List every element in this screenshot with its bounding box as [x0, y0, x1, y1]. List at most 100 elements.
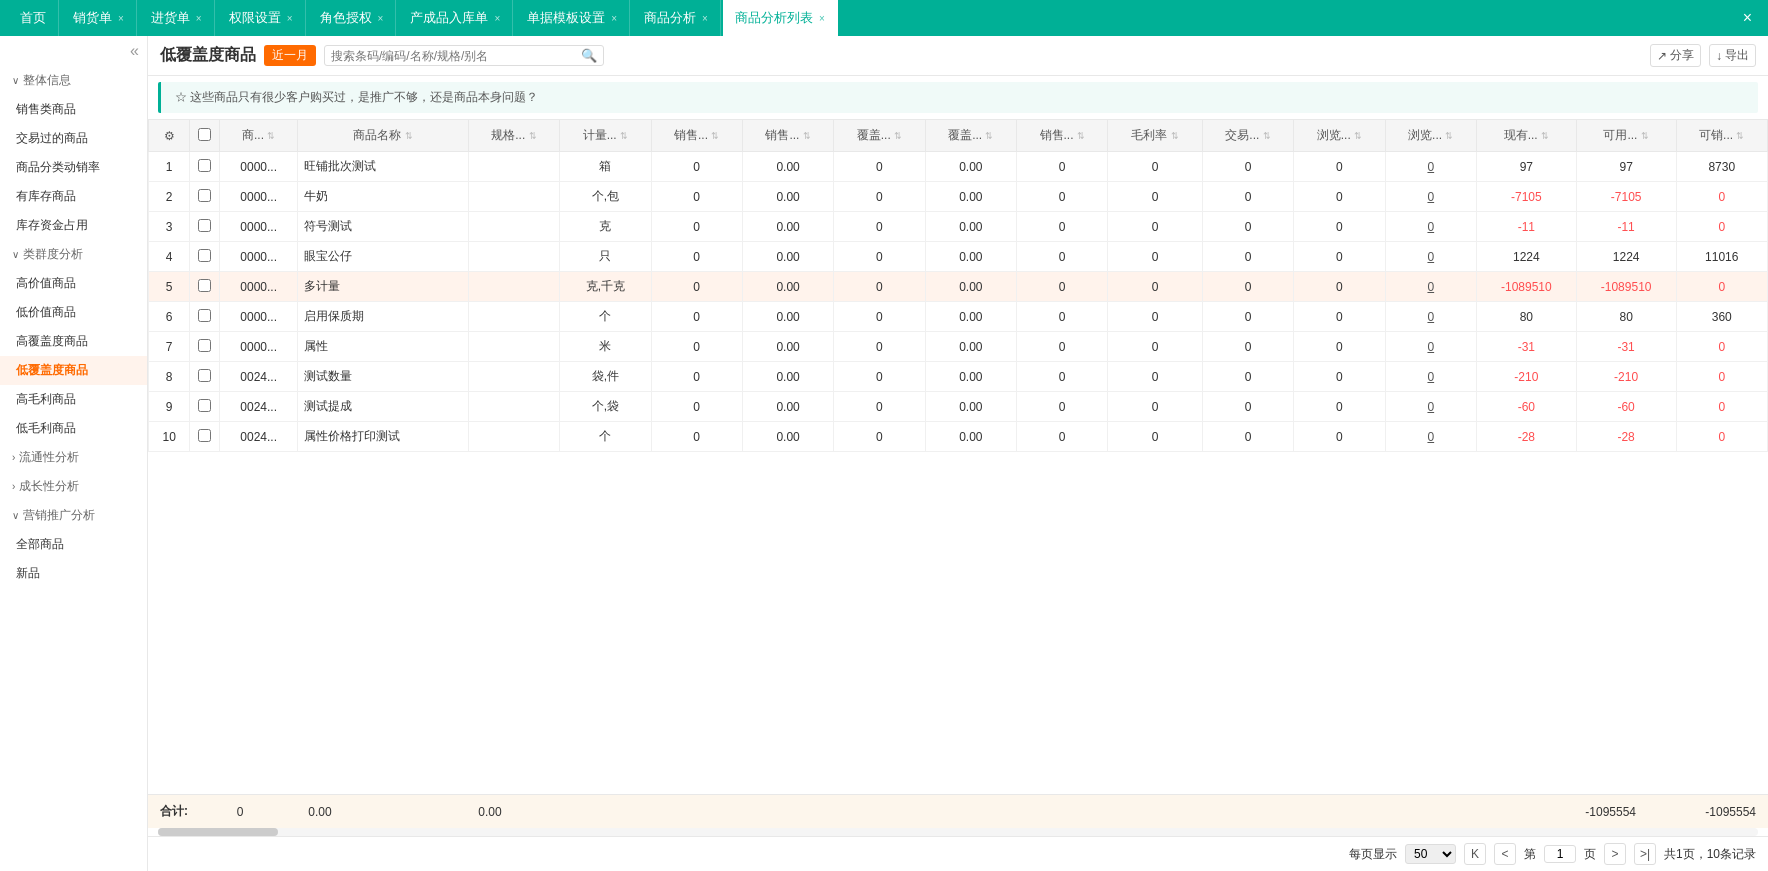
sidebar-item-low-margin[interactable]: 低毛利商品	[0, 414, 147, 443]
sidebar-section-overall[interactable]: ∨ 整体信息	[0, 66, 147, 95]
row-checkbox[interactable]	[198, 279, 211, 292]
row-browse-link[interactable]: 0	[1385, 272, 1476, 302]
select-all-checkbox[interactable]	[198, 128, 211, 141]
row-checkbox[interactable]	[198, 159, 211, 172]
sidebar-item-high-margin[interactable]: 高毛利商品	[0, 385, 147, 414]
sidebar-item-category-rate[interactable]: 商品分类动销率	[0, 153, 147, 182]
export-button[interactable]: ↓ 导出	[1709, 44, 1756, 67]
nav-finished-product[interactable]: 产成品入库单 ×	[398, 0, 513, 36]
nav-sales-order[interactable]: 销货单 ×	[61, 0, 137, 36]
nav-product-analysis-list[interactable]: 商品分析列表 ×	[723, 0, 838, 36]
row-checkbox-cell[interactable]	[190, 302, 220, 332]
th-unit[interactable]: 计量... ⇅	[560, 120, 651, 152]
per-page-select[interactable]: 50 100 200	[1405, 844, 1456, 864]
nav-template-settings[interactable]: 单据模板设置 ×	[515, 0, 630, 36]
th-avail-stock[interactable]: 可用... ⇅	[1576, 120, 1676, 152]
row-checkbox-cell[interactable]	[190, 332, 220, 362]
sidebar-collapse-button[interactable]: «	[0, 36, 147, 66]
close-all-tabs-button[interactable]: ×	[1735, 9, 1760, 27]
search-input[interactable]	[331, 49, 577, 63]
horizontal-scrollbar[interactable]	[158, 828, 1758, 836]
row-browse-link[interactable]: 0	[1385, 422, 1476, 452]
prev-page-button[interactable]: <	[1494, 843, 1516, 865]
sidebar-item-sales-products[interactable]: 销售类商品	[0, 95, 147, 124]
sidebar-item-low-value[interactable]: 低价值商品	[0, 298, 147, 327]
sidebar-item-all-products[interactable]: 全部商品	[0, 530, 147, 559]
sidebar-item-stocked-products[interactable]: 有库存商品	[0, 182, 147, 211]
th-gross-rate[interactable]: 毛利率 ⇅	[1108, 120, 1202, 152]
th-coverage-rate[interactable]: 覆盖... ⇅	[925, 120, 1016, 152]
th-sales-days[interactable]: 销售... ⇅	[1017, 120, 1108, 152]
row-checkbox-cell[interactable]	[190, 272, 220, 302]
th-browse-link[interactable]: 浏览... ⇅	[1385, 120, 1476, 152]
sidebar-item-stock-capital[interactable]: 库存资金占用	[0, 211, 147, 240]
row-browse-link[interactable]: 0	[1385, 392, 1476, 422]
row-checkbox-cell[interactable]	[190, 152, 220, 182]
sidebar-item-high-value[interactable]: 高价值商品	[0, 269, 147, 298]
time-filter-button[interactable]: 近一月	[264, 45, 316, 66]
close-icon[interactable]: ×	[494, 13, 500, 24]
th-code[interactable]: 商... ⇅	[220, 120, 298, 152]
row-checkbox[interactable]	[198, 219, 211, 232]
row-checkbox-cell[interactable]	[190, 182, 220, 212]
th-current-stock[interactable]: 现有... ⇅	[1476, 120, 1576, 152]
row-checkbox[interactable]	[198, 309, 211, 322]
row-checkbox[interactable]	[198, 339, 211, 352]
th-settings[interactable]: ⚙	[149, 120, 190, 152]
close-icon[interactable]: ×	[378, 13, 384, 24]
row-checkbox-cell[interactable]	[190, 362, 220, 392]
page-number-input[interactable]	[1544, 845, 1576, 863]
row-browse-link[interactable]: 0	[1385, 332, 1476, 362]
th-saleable-stock[interactable]: 可销... ⇅	[1676, 120, 1767, 152]
sidebar-section-marketing[interactable]: ∨ 营销推广分析	[0, 501, 147, 530]
row-browse-link[interactable]: 0	[1385, 182, 1476, 212]
row-checkbox[interactable]	[198, 189, 211, 202]
sidebar-item-new-products[interactable]: 新品	[0, 559, 147, 588]
row-checkbox-cell[interactable]	[190, 212, 220, 242]
row-checkbox-cell[interactable]	[190, 242, 220, 272]
th-sales-amt[interactable]: 销售... ⇅	[742, 120, 833, 152]
sidebar-section-circulation[interactable]: › 流通性分析	[0, 443, 147, 472]
nav-product-analysis[interactable]: 商品分析 ×	[632, 0, 721, 36]
th-trade-count[interactable]: 交易... ⇅	[1202, 120, 1293, 152]
last-page-button[interactable]: >|	[1634, 843, 1656, 865]
table-wrapper[interactable]: ⚙ 商... ⇅ 商品名称 ⇅ 规格... ⇅ 计量... ⇅ 销售... ⇅ …	[148, 119, 1768, 794]
close-icon[interactable]: ×	[819, 13, 825, 24]
close-icon[interactable]: ×	[118, 13, 124, 24]
row-browse-link[interactable]: 0	[1385, 242, 1476, 272]
share-button[interactable]: ↗ 分享	[1650, 44, 1701, 67]
search-icon[interactable]: 🔍	[581, 48, 597, 63]
th-spec[interactable]: 规格... ⇅	[468, 120, 559, 152]
close-icon[interactable]: ×	[196, 13, 202, 24]
sidebar-section-growth[interactable]: › 成长性分析	[0, 472, 147, 501]
th-browse-count[interactable]: 浏览... ⇅	[1294, 120, 1385, 152]
sidebar-item-high-coverage[interactable]: 高覆盖度商品	[0, 327, 147, 356]
th-sales-qty[interactable]: 销售... ⇅	[651, 120, 742, 152]
row-checkbox-cell[interactable]	[190, 422, 220, 452]
row-browse-link[interactable]: 0	[1385, 212, 1476, 242]
close-icon[interactable]: ×	[611, 13, 617, 24]
first-page-button[interactable]: K	[1464, 843, 1486, 865]
nav-purchase-order[interactable]: 进货单 ×	[139, 0, 215, 36]
row-checkbox[interactable]	[198, 249, 211, 262]
row-checkbox[interactable]	[198, 399, 211, 412]
nav-home[interactable]: 首页	[8, 0, 59, 36]
next-page-button[interactable]: >	[1604, 843, 1626, 865]
row-checkbox[interactable]	[198, 369, 211, 382]
nav-role-auth[interactable]: 角色授权 ×	[308, 0, 397, 36]
row-checkbox-cell[interactable]	[190, 392, 220, 422]
row-browse-link[interactable]: 0	[1385, 362, 1476, 392]
sidebar-item-traded-products[interactable]: 交易过的商品	[0, 124, 147, 153]
sidebar-section-cluster[interactable]: ∨ 类群度分析	[0, 240, 147, 269]
close-icon[interactable]: ×	[702, 13, 708, 24]
nav-permission-settings[interactable]: 权限设置 ×	[217, 0, 306, 36]
th-checkbox[interactable]	[190, 120, 220, 152]
th-coverage-count[interactable]: 覆盖... ⇅	[834, 120, 925, 152]
row-browse-link[interactable]: 0	[1385, 152, 1476, 182]
th-name[interactable]: 商品名称 ⇅	[298, 120, 469, 152]
scrollbar-thumb[interactable]	[158, 828, 278, 836]
settings-icon[interactable]: ⚙	[164, 129, 175, 143]
row-browse-link[interactable]: 0	[1385, 302, 1476, 332]
sidebar-item-low-coverage[interactable]: 低覆盖度商品	[0, 356, 147, 385]
close-icon[interactable]: ×	[287, 13, 293, 24]
